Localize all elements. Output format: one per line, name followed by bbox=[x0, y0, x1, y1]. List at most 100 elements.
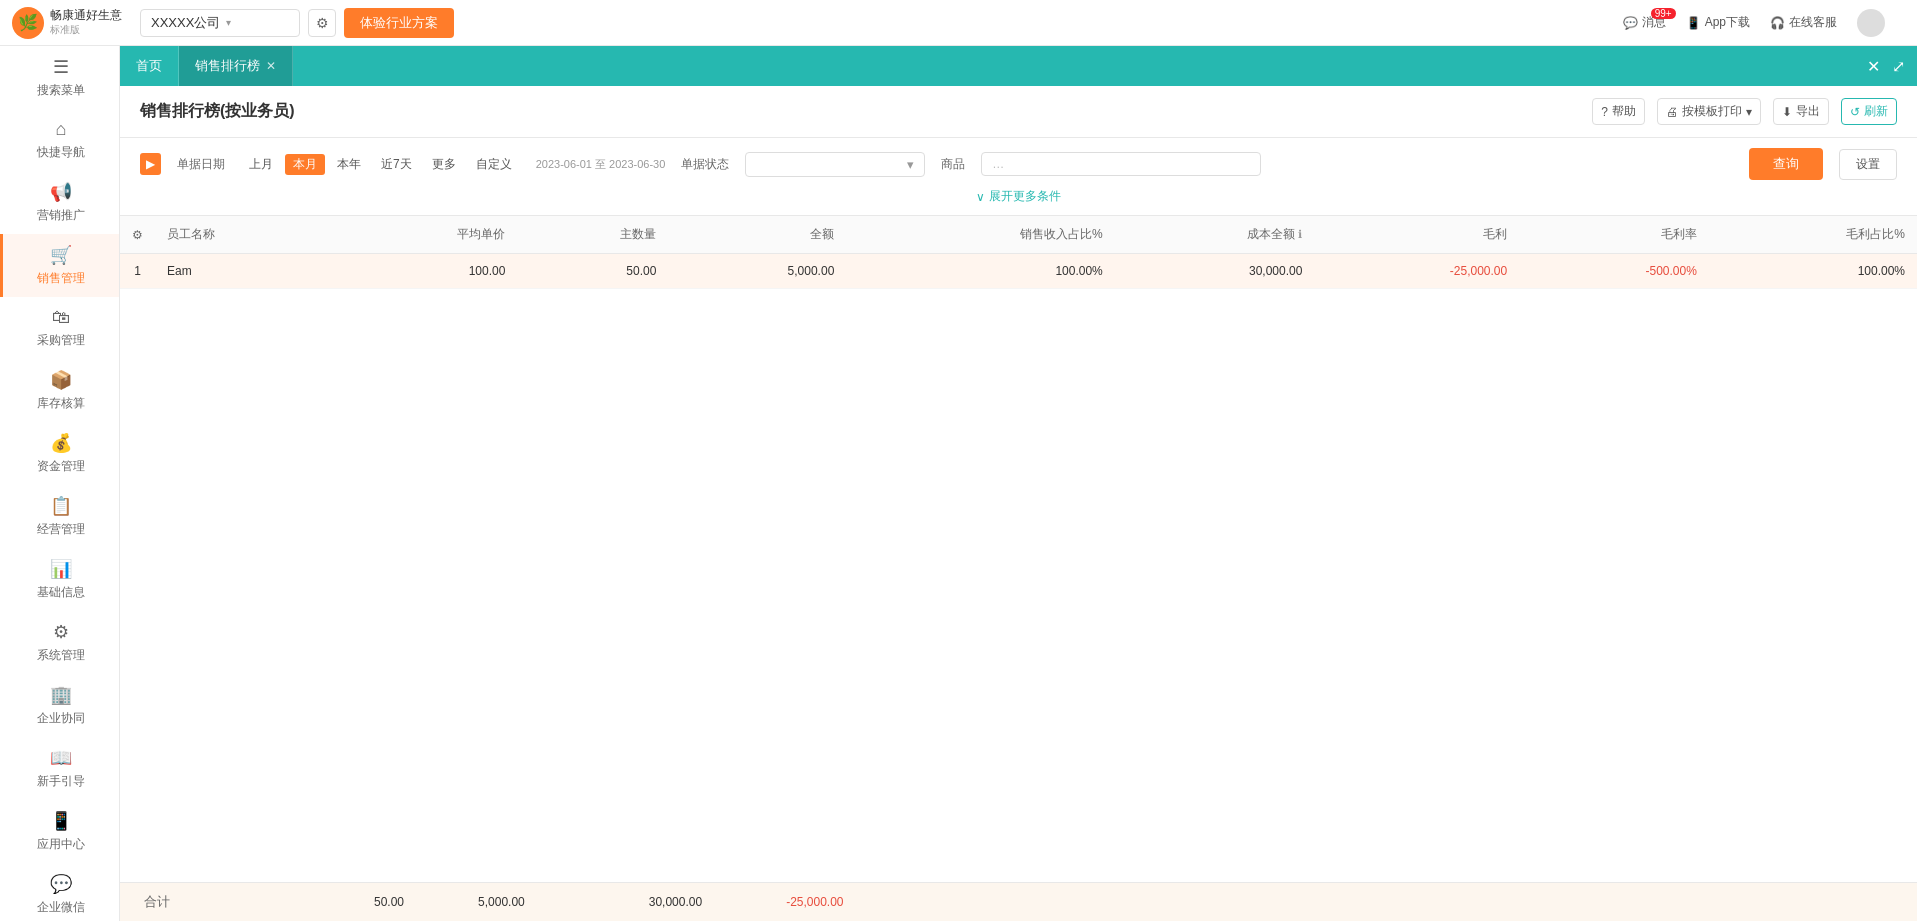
tab-sales-ranking[interactable]: 销售排行榜 ✕ bbox=[179, 46, 293, 86]
sidebar-item-wechat[interactable]: 💬 企业微信 bbox=[0, 863, 119, 921]
sidebar-item-operations[interactable]: 📋 经营管理 bbox=[0, 485, 119, 548]
tab-bar: 首页 销售排行榜 ✕ ✕ ⤢ bbox=[120, 46, 1917, 86]
tab-home[interactable]: 首页 bbox=[120, 46, 179, 86]
col-settings[interactable]: ⚙ bbox=[120, 216, 155, 254]
sidebar-item-marketing[interactable]: 📢 营销推广 bbox=[0, 171, 119, 234]
page-title: 销售排行榜(按业务员) bbox=[140, 101, 295, 122]
col-profit-pct: 毛利占比% bbox=[1709, 216, 1917, 254]
message-item[interactable]: 💬 消息 99+ bbox=[1623, 14, 1666, 31]
expand-more[interactable]: ∨ 展开更多条件 bbox=[140, 188, 1897, 205]
tab-expand-icon[interactable]: ⤢ bbox=[1892, 57, 1905, 76]
status-filter-label: 单据状态 bbox=[681, 156, 729, 173]
date-opt-7days[interactable]: 近7天 bbox=[373, 154, 420, 175]
search-menu-icon: ☰ bbox=[53, 56, 69, 78]
sidebar-item-label: 经营管理 bbox=[37, 521, 85, 538]
sales-icon: 🛒 bbox=[50, 244, 72, 266]
sidebar-item-label: 应用中心 bbox=[37, 836, 85, 853]
print-button[interactable]: 🖨 按模板打印 ▾ bbox=[1657, 98, 1761, 125]
headset-icon: 🎧 bbox=[1770, 16, 1785, 30]
sidebar-item-inventory[interactable]: 📦 库存核算 bbox=[0, 359, 119, 422]
refresh-button[interactable]: ↺ 刷新 bbox=[1841, 98, 1897, 125]
cell-margin: -500.00% bbox=[1519, 254, 1709, 289]
apps-icon: 📱 bbox=[50, 810, 72, 832]
help-icon: ? bbox=[1601, 105, 1608, 119]
page-header-actions: ? 帮助 🖨 按模板打印 ▾ ⬇ 导出 ↺ 刷新 bbox=[1592, 98, 1897, 125]
online-service-item[interactable]: 🎧 在线客服 bbox=[1770, 14, 1837, 31]
date-range: 2023-06-01 至 2023-06-30 bbox=[536, 157, 666, 172]
tab-bar-actions: ✕ ⤢ bbox=[1867, 57, 1917, 76]
enterprise-icon: 🏢 bbox=[50, 684, 72, 706]
company-name: XXXXX公司 bbox=[151, 14, 220, 32]
date-opt-custom[interactable]: 自定义 bbox=[468, 154, 520, 175]
col-settings-icon: ⚙ bbox=[132, 228, 143, 242]
sidebar-item-label: 营销推广 bbox=[37, 207, 85, 224]
refresh-label: 刷新 bbox=[1864, 103, 1888, 120]
company-selector[interactable]: XXXXX公司 ▾ bbox=[140, 9, 300, 37]
avatar[interactable] bbox=[1857, 9, 1885, 37]
status-select[interactable]: ▾ bbox=[745, 152, 925, 177]
trial-button[interactable]: 体验行业方案 bbox=[344, 8, 454, 38]
top-bar: 🌿 畅康通好生意 标准版 XXXXX公司 ▾ ⚙ 体验行业方案 💬 消息 99+… bbox=[0, 0, 1917, 46]
filter-expand-arrow[interactable]: ▶ bbox=[140, 153, 161, 175]
app-download-label: App下载 bbox=[1705, 14, 1750, 31]
cell-cost: 30,000.00 bbox=[1115, 254, 1315, 289]
footer-label: 合计 bbox=[132, 893, 182, 911]
export-button[interactable]: ⬇ 导出 bbox=[1773, 98, 1829, 125]
date-opt-last-month[interactable]: 上月 bbox=[241, 154, 281, 175]
set-button[interactable]: 设置 bbox=[1839, 149, 1897, 180]
goods-input[interactable]: … bbox=[981, 152, 1261, 176]
sidebar-item-basics[interactable]: 📊 基础信息 bbox=[0, 548, 119, 611]
sidebar-item-enterprise[interactable]: 🏢 企业协同 bbox=[0, 674, 119, 737]
table-footer: 合计 50.00 5,000.00 30,000.00 -25,000.00 bbox=[120, 882, 1917, 921]
query-button[interactable]: 查询 bbox=[1749, 148, 1823, 180]
sidebar-item-purchase[interactable]: 🛍 采购管理 bbox=[0, 297, 119, 359]
sidebar-item-system[interactable]: ⚙ 系统管理 bbox=[0, 611, 119, 674]
page-header: 销售排行榜(按业务员) ? 帮助 🖨 按模板打印 ▾ ⬇ 导出 bbox=[120, 86, 1917, 138]
table-header-row: ⚙ 员工名称 平均单价 主数量 全额 销售收入占比% 成本全额 ℹ 毛利 bbox=[120, 216, 1917, 254]
sidebar-item-label: 基础信息 bbox=[37, 584, 85, 601]
online-service-label: 在线客服 bbox=[1789, 14, 1837, 31]
tab-close-icon[interactable]: ✕ bbox=[266, 59, 276, 73]
print-dropdown-icon: ▾ bbox=[1746, 105, 1752, 119]
date-opt-this-month[interactable]: 本月 bbox=[285, 154, 325, 175]
col-amount: 全额 bbox=[668, 216, 846, 254]
tab-sales-label: 销售排行榜 bbox=[195, 57, 260, 75]
footer-cost: 30,000.00 bbox=[637, 895, 714, 909]
top-bar-right: 💬 消息 99+ 📱 App下载 🎧 在线客服 bbox=[1623, 9, 1905, 37]
cost-info-icon[interactable]: ℹ bbox=[1298, 228, 1302, 240]
date-filter-label: 单据日期 bbox=[177, 156, 225, 173]
col-profit: 毛利 bbox=[1314, 216, 1519, 254]
sidebar-item-label: 库存核算 bbox=[37, 395, 85, 412]
sidebar-item-label: 企业微信 bbox=[37, 899, 85, 916]
filter-bar: ▶ 单据日期 上月 本月 本年 近7天 更多 自定义 2023-06-01 至 … bbox=[120, 138, 1917, 216]
page-content: 销售排行榜(按业务员) ? 帮助 🖨 按模板打印 ▾ ⬇ 导出 bbox=[120, 86, 1917, 921]
sidebar-item-finance[interactable]: 💰 资金管理 bbox=[0, 422, 119, 485]
col-avg-price: 平均单价 bbox=[336, 216, 517, 254]
sidebar-item-apps[interactable]: 📱 应用中心 bbox=[0, 800, 119, 863]
settings-gear-icon[interactable]: ⚙ bbox=[308, 9, 336, 37]
filter-row: ▶ 单据日期 上月 本月 本年 近7天 更多 自定义 2023-06-01 至 … bbox=[140, 148, 1897, 180]
purchase-icon: 🛍 bbox=[52, 307, 70, 328]
operations-icon: 📋 bbox=[50, 495, 72, 517]
expand-down-icon: ∨ bbox=[976, 190, 985, 204]
help-button[interactable]: ? 帮助 bbox=[1592, 98, 1645, 125]
sidebar-item-guide[interactable]: 📖 新手引导 bbox=[0, 737, 119, 800]
cell-rank: 1 bbox=[120, 254, 155, 289]
tab-close-all-icon[interactable]: ✕ bbox=[1867, 57, 1880, 76]
print-label: 按模板打印 bbox=[1682, 103, 1742, 120]
date-opt-more[interactable]: 更多 bbox=[424, 154, 464, 175]
goods-input-placeholder: … bbox=[992, 157, 1250, 171]
system-icon: ⚙ bbox=[53, 621, 69, 643]
sidebar-item-shortcuts[interactable]: ⌂ 快捷导航 bbox=[0, 109, 119, 171]
main-layout: ☰ 搜索菜单 ⌂ 快捷导航 📢 营销推广 🛒 销售管理 🛍 采购管理 📦 库存核… bbox=[0, 46, 1917, 921]
sidebar-item-search[interactable]: ☰ 搜索菜单 bbox=[0, 46, 119, 109]
sidebar: ☰ 搜索菜单 ⌂ 快捷导航 📢 营销推广 🛒 销售管理 🛍 采购管理 📦 库存核… bbox=[0, 46, 120, 921]
col-margin: 毛利率 bbox=[1519, 216, 1709, 254]
sidebar-item-label: 快捷导航 bbox=[37, 144, 85, 161]
app-download-item[interactable]: 📱 App下载 bbox=[1686, 14, 1750, 31]
export-icon: ⬇ bbox=[1782, 105, 1792, 119]
sidebar-item-sales[interactable]: 🛒 销售管理 bbox=[0, 234, 119, 297]
col-qty: 主数量 bbox=[517, 216, 668, 254]
footer-amount: 5,000.00 bbox=[466, 895, 537, 909]
date-opt-this-year[interactable]: 本年 bbox=[329, 154, 369, 175]
